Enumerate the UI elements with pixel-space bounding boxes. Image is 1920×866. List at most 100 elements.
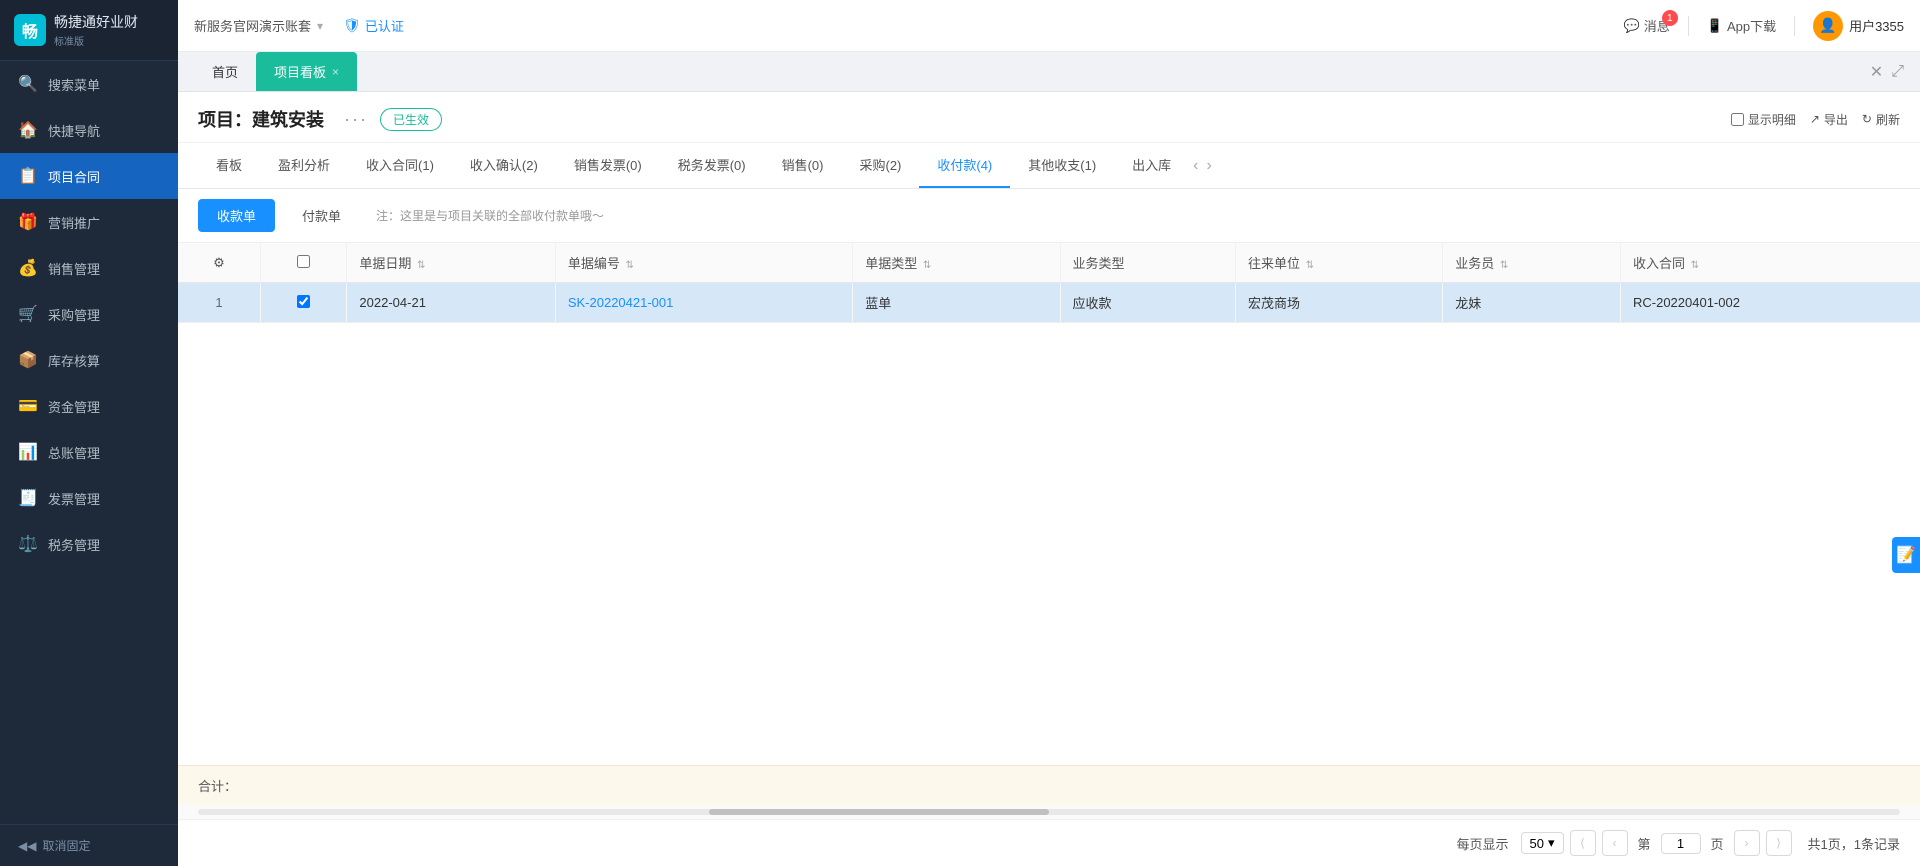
subtab-tax-invoice[interactable]: 税务发票(0) <box>660 143 764 188</box>
row-type: 蓝单 <box>853 283 1060 323</box>
divider <box>1688 16 1689 36</box>
scrollbar-track <box>198 809 1900 815</box>
box-icon: 📦 <box>18 350 38 370</box>
chevron-down-icon: ▾ <box>1548 835 1555 851</box>
row-checkbox[interactable] <box>297 295 310 308</box>
inner-tab-payment[interactable]: 付款单 <box>283 199 360 232</box>
first-page-button[interactable]: ⟨ <box>1570 830 1596 856</box>
show-detail-checkbox[interactable]: 显示明细 <box>1731 111 1796 128</box>
more-options-button[interactable]: ··· <box>344 109 368 130</box>
subtab-sales-invoice[interactable]: 销售发票(0) <box>556 143 660 188</box>
sidebar-item-sales[interactable]: 💰 销售管理 <box>0 245 178 291</box>
show-detail-input[interactable] <box>1731 113 1744 126</box>
sidebar-item-purchase[interactable]: 🛒 采购管理 <box>0 291 178 337</box>
app-label: App下载 <box>1727 16 1776 35</box>
cart-icon: 🛒 <box>18 304 38 324</box>
prev-page-button[interactable]: ‹ <box>1602 830 1628 856</box>
col-date[interactable]: 单据日期 ⇅ <box>347 243 555 283</box>
horizontal-scrollbar[interactable] <box>178 805 1920 819</box>
sort-icon: ⇅ <box>923 260 931 271</box>
table-footer: 合计： <box>178 765 1920 805</box>
col-income-contract[interactable]: 收入合同 ⇅ <box>1620 243 1920 283</box>
inner-tabs: 收款单 付款单 注：这里是与项目关联的全部收付款单哦～ <box>178 189 1920 243</box>
subtab-kanban[interactable]: 看板 <box>198 143 260 188</box>
sidebar-item-finance[interactable]: 💳 资金管理 <box>0 383 178 429</box>
subtab-income-confirm[interactable]: 收入确认(2) <box>452 143 556 188</box>
export-label: 导出 <box>1824 111 1848 128</box>
sidebar-logo: 畅 畅捷通好业财 标准版 <box>0 0 178 61</box>
sidebar-item-search[interactable]: 🔍 搜索菜单 <box>0 61 178 107</box>
refresh-icon: ↻ <box>1862 112 1872 126</box>
table-row[interactable]: 1 2022-04-21 SK-20220421-001 蓝单 应收款 宏茂商场 <box>178 283 1920 323</box>
pagination: 每页显示 50 ▾ ⟨ ‹ 第 1 页 › ⟩ 共1页，1条记录 <box>178 819 1920 866</box>
sidebar-item-marketing[interactable]: 🎁 营销推广 <box>0 199 178 245</box>
col-salesman[interactable]: 业务员 ⇅ <box>1443 243 1621 283</box>
sidebar-item-label: 采购管理 <box>48 305 100 324</box>
chevron-down-icon[interactable]: ▾ <box>317 19 323 33</box>
col-number[interactable]: 单据编号 ⇅ <box>555 243 852 283</box>
subtab-income-contract[interactable]: 收入合同(1) <box>348 143 452 188</box>
avatar: 👤 <box>1813 11 1843 41</box>
row-income-contract: RC-20220401-002 <box>1620 283 1920 323</box>
inner-tab-receipt[interactable]: 收款单 <box>198 199 275 232</box>
subtab-purchase[interactable]: 采购(2) <box>841 143 919 188</box>
user-menu[interactable]: 👤 用户3355 <box>1813 11 1904 41</box>
tab-home[interactable]: 首页 <box>194 52 256 91</box>
shield-icon: 🛡 <box>343 17 361 34</box>
tab-close-button[interactable]: × <box>332 65 339 79</box>
logo-sub: 标准版 <box>54 33 138 48</box>
sidebar-item-ledger[interactable]: 📊 总账管理 <box>0 429 178 475</box>
refresh-button[interactable]: ↻ 刷新 <box>1862 111 1900 128</box>
inner-tab-note: 注：这里是与项目关联的全部收付款单哦～ <box>376 207 604 224</box>
project-actions: 显示明细 ↗ 导出 ↻ 刷新 <box>1731 111 1900 128</box>
subtab-prev-button[interactable]: ‹ <box>1189 149 1202 183</box>
col-biz-type: 业务类型 <box>1060 243 1235 283</box>
page-size-select[interactable]: 50 ▾ <box>1521 832 1564 854</box>
project-header: 项目：建筑安装 ··· 已生效 显示明细 ↗ 导出 ↻ 刷新 <box>178 92 1920 143</box>
col-partner[interactable]: 往来单位 ⇅ <box>1235 243 1442 283</box>
maximize-icon[interactable]: ⤢ <box>1891 63 1904 81</box>
sidebar-item-invoice[interactable]: 🧾 发票管理 <box>0 475 178 521</box>
app-download-button[interactable]: 📱 App下载 <box>1707 16 1776 35</box>
subtab-next-button[interactable]: › <box>1203 149 1216 183</box>
subtabs: 看板 盈利分析 收入合同(1) 收入确认(2) 销售发票(0) 税务发票(0) … <box>178 143 1920 189</box>
card-icon: 💳 <box>18 396 38 416</box>
sidebar-item-tax[interactable]: ⚖️ 税务管理 <box>0 521 178 567</box>
subtab-other[interactable]: 其他收支(1) <box>1010 143 1114 188</box>
sidebar-unpin-button[interactable]: ◀◀ 取消固定 <box>0 824 178 866</box>
project-selector[interactable]: 新服务官网演示账套 <box>194 16 311 35</box>
project-title: 项目：建筑安装 <box>198 106 324 132</box>
message-button[interactable]: 💬 消息 1 <box>1624 16 1670 35</box>
unpin-label: 取消固定 <box>42 837 90 854</box>
home-icon: 🏠 <box>18 120 38 140</box>
sidebar-item-quick[interactable]: 🏠 快捷导航 <box>0 107 178 153</box>
last-page-button[interactable]: ⟩ <box>1766 830 1792 856</box>
sidebar-nav: 🔍 搜索菜单 🏠 快捷导航 📋 项目合同 🎁 营销推广 💰 销售管理 🛒 采购管… <box>0 61 178 824</box>
row-biz-type: 应收款 <box>1060 283 1235 323</box>
col-type[interactable]: 单据类型 ⇅ <box>853 243 1060 283</box>
tab-project[interactable]: 项目看板 × <box>256 52 357 91</box>
subtab-income-confirm-label: 收入确认(2) <box>470 158 538 173</box>
float-panel-button[interactable]: 📝 <box>1892 537 1920 573</box>
logo-text: 畅捷通好业财 <box>54 12 138 32</box>
export-button[interactable]: ↗ 导出 <box>1810 111 1848 128</box>
select-all-checkbox[interactable] <box>297 255 310 268</box>
footer-total-label: 合计： <box>198 779 237 794</box>
subtab-inout[interactable]: 出入库 <box>1114 143 1189 188</box>
subtab-profit[interactable]: 盈利分析 <box>260 143 348 188</box>
row-number-link[interactable]: SK-20220421-001 <box>568 295 674 310</box>
scrollbar-thumb[interactable] <box>709 809 1049 815</box>
current-page-input[interactable]: 1 <box>1661 833 1701 854</box>
close-window-icon[interactable]: ✕ <box>1870 62 1883 82</box>
sort-icon: ⇅ <box>1306 260 1314 271</box>
sidebar-item-inventory[interactable]: 📦 库存核算 <box>0 337 178 383</box>
subtab-purchase-label: 采购(2) <box>859 158 901 173</box>
sort-icon: ⇅ <box>1500 260 1508 271</box>
next-page-button[interactable]: › <box>1734 830 1760 856</box>
sidebar-item-contract[interactable]: 📋 项目合同 <box>0 153 178 199</box>
row-salesman: 龙妹 <box>1443 283 1621 323</box>
mobile-icon: 📱 <box>1707 18 1723 34</box>
col-settings[interactable]: ⚙ <box>178 243 260 283</box>
subtab-sales[interactable]: 销售(0) <box>764 143 842 188</box>
subtab-receipt[interactable]: 收付款(4) <box>919 143 1010 188</box>
